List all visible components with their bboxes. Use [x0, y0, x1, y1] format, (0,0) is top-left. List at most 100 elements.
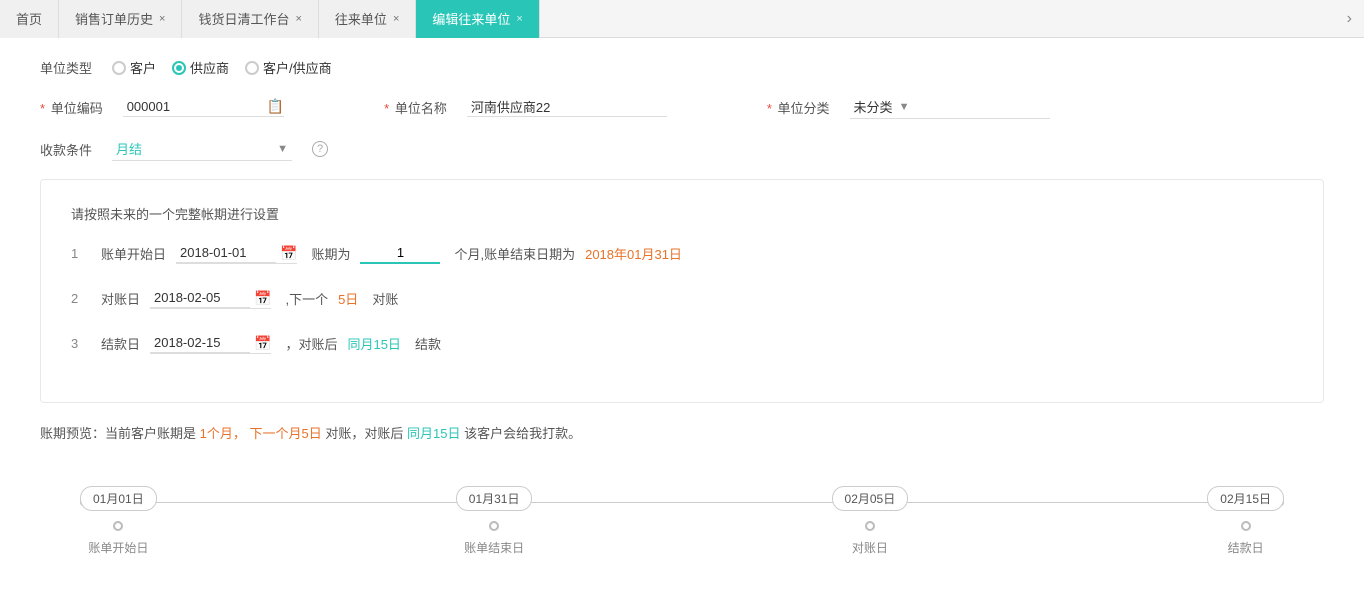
payment-label: 收款条件	[40, 140, 92, 159]
preview-section: 账期预览：当前客户账期是 1个月， 下一个月5日 对账，对账后 同月15日 该客…	[40, 423, 1324, 442]
radio-supplier[interactable]: 供应商	[172, 58, 229, 77]
unit-name-star: *	[384, 101, 389, 116]
period-row-2-suffix: 对账	[372, 289, 398, 308]
unit-category-arrow: ▼	[899, 101, 910, 113]
period-row-2-highlight: 5日	[338, 289, 358, 308]
tab-cash-work[interactable]: 钱货日清工作台 ×	[182, 0, 318, 38]
tab-cash-work-label: 钱货日清工作台	[198, 9, 289, 28]
period-row-1-date-input[interactable]	[176, 243, 276, 263]
timeline-label-3: 对账日	[852, 539, 888, 556]
tab-bar: 首页 销售订单历史 × 钱货日清工作台 × 往来单位 × 编辑往来单位 × ›	[0, 0, 1364, 38]
unit-code-label: * 单位编码	[40, 98, 103, 117]
period-row-2-prefix: ,下一个	[285, 289, 328, 308]
radio-both-label: 客户/供应商	[263, 58, 332, 77]
period-row-3-date-field: 📅	[150, 333, 271, 354]
tab-home[interactable]: 首页	[0, 0, 59, 38]
radio-both-circle	[245, 61, 259, 75]
period-row-2-date-input[interactable]	[150, 288, 250, 308]
unit-category-dropdown[interactable]: 未分类 ▼	[850, 95, 1050, 119]
radio-customer[interactable]: 客户	[112, 58, 156, 77]
period-row-2-num: 2	[71, 291, 91, 306]
period-row-1-unit: 个月,账单结束日期为	[454, 244, 575, 263]
period-row-3-num: 3	[71, 336, 91, 351]
period-row-2: 2 对账日 📅 ,下一个 5日 对账	[71, 288, 1293, 309]
period-row-1-suffix: 账期为	[311, 244, 350, 263]
timeline-point-2: 01月31日 账单结束日	[456, 486, 533, 556]
preview-part3: 对账，对账后	[325, 426, 403, 441]
unit-type-label: 单位类型	[40, 58, 92, 77]
period-row-2-cal-icon[interactable]: 📅	[254, 290, 271, 307]
period-row-3-label: 结款日	[101, 334, 140, 353]
period-row-1-num: 1	[71, 246, 91, 261]
preview-part2: 下一个月5日	[250, 426, 322, 441]
timeline-dot-2	[489, 521, 499, 531]
period-box: 请按照未来的一个完整帐期进行设置 1 账单开始日 📅 账期为 个月,账单结束日期…	[40, 179, 1324, 403]
period-row-1-date-field: 📅	[176, 243, 297, 264]
payment-row: 收款条件 月结 ▼ ?	[40, 137, 1324, 161]
period-row-2-label: 对账日	[101, 289, 140, 308]
tab-edit-partner-close[interactable]: ×	[516, 13, 522, 25]
period-row-3-highlight: 同月15日	[347, 334, 400, 353]
preview-part1: 1个月，	[200, 426, 246, 441]
unit-name-label: * 单位名称	[384, 98, 447, 117]
tab-edit-partner-label: 编辑往来单位	[432, 9, 510, 28]
main-content: 单位类型 客户 供应商 客户/供应商 * 单位编码 📋	[0, 38, 1364, 616]
unit-category-value: 未分类	[854, 97, 893, 116]
timeline-section: 01月01日 账单开始日 01月31日 账单结束日 02月05日 对账日 02月…	[40, 466, 1324, 596]
period-row-3-cal-icon[interactable]: 📅	[254, 335, 271, 352]
timeline-date-4: 02月15日	[1207, 486, 1284, 511]
timeline-label-4: 结款日	[1228, 539, 1264, 556]
tab-partner-label: 往来单位	[335, 9, 387, 28]
period-row-3-suffix: 结款	[415, 334, 441, 353]
tab-partner-close[interactable]: ×	[393, 13, 399, 25]
timeline-dot-4	[1241, 521, 1251, 531]
unit-category-star: *	[767, 101, 772, 116]
payment-value: 月结	[116, 139, 271, 158]
payment-dropdown-arrow: ▼	[277, 143, 288, 155]
unit-code-star: *	[40, 101, 45, 116]
unit-type-row: 单位类型 客户 供应商 客户/供应商	[40, 58, 1324, 77]
tab-home-label: 首页	[16, 9, 42, 28]
period-row-3: 3 结款日 📅 ，对账后 同月15日 结款	[71, 333, 1293, 354]
period-months-input[interactable]	[360, 243, 440, 264]
period-row-1-label: 账单开始日	[101, 244, 166, 263]
preview-part4: 同月15日	[407, 426, 460, 441]
unit-code-field: 📋	[123, 97, 284, 117]
period-row-3-date-input[interactable]	[150, 333, 250, 353]
timeline-date-3: 02月05日	[832, 486, 909, 511]
period-row-1-cal-icon[interactable]: 📅	[280, 245, 297, 262]
timeline-point-3: 02月05日 对账日	[832, 486, 909, 556]
tab-more-button[interactable]: ›	[1335, 10, 1364, 28]
tab-cash-work-close[interactable]: ×	[295, 13, 301, 25]
unit-info-row: * 单位编码 📋 * 单位名称 * 单位分类 未分类 ▼	[40, 95, 1324, 119]
unit-name-input[interactable]	[467, 97, 667, 117]
tab-partner[interactable]: 往来单位 ×	[319, 0, 416, 38]
unit-category-label: * 单位分类	[767, 98, 830, 117]
payment-dropdown[interactable]: 月结 ▼	[112, 137, 292, 161]
unit-code-icon[interactable]: 📋	[267, 98, 284, 115]
radio-customer-circle	[112, 61, 126, 75]
tab-sales-history-label: 销售订单历史	[75, 9, 153, 28]
timeline-dot-3	[865, 521, 875, 531]
preview-label: 账期预览：当前客户账期是	[40, 426, 196, 441]
unit-code-input[interactable]	[123, 97, 263, 116]
timeline-date-1: 01月01日	[80, 486, 157, 511]
timeline-label-1: 账单开始日	[88, 539, 148, 556]
period-box-title: 请按照未来的一个完整帐期进行设置	[71, 204, 1293, 223]
radio-supplier-circle	[172, 61, 186, 75]
radio-both[interactable]: 客户/供应商	[245, 58, 332, 77]
preview-part5: 该客户会给我打款。	[464, 426, 581, 441]
timeline-label-2: 账单结束日	[464, 539, 524, 556]
tab-edit-partner[interactable]: 编辑往来单位 ×	[416, 0, 539, 38]
timeline-dot-1	[113, 521, 123, 531]
radio-supplier-label: 供应商	[190, 58, 229, 77]
tab-sales-history[interactable]: 销售订单历史 ×	[59, 0, 182, 38]
timeline-point-4: 02月15日 结款日	[1207, 486, 1284, 556]
payment-help-icon[interactable]: ?	[312, 141, 328, 157]
tab-sales-history-close[interactable]: ×	[159, 13, 165, 25]
period-row-2-date-field: 📅	[150, 288, 271, 309]
timeline-date-2: 01月31日	[456, 486, 533, 511]
period-row-1-highlight: 2018年01月31日	[585, 244, 682, 263]
unit-type-radio-group: 客户 供应商 客户/供应商	[112, 58, 332, 77]
radio-customer-label: 客户	[130, 58, 156, 77]
